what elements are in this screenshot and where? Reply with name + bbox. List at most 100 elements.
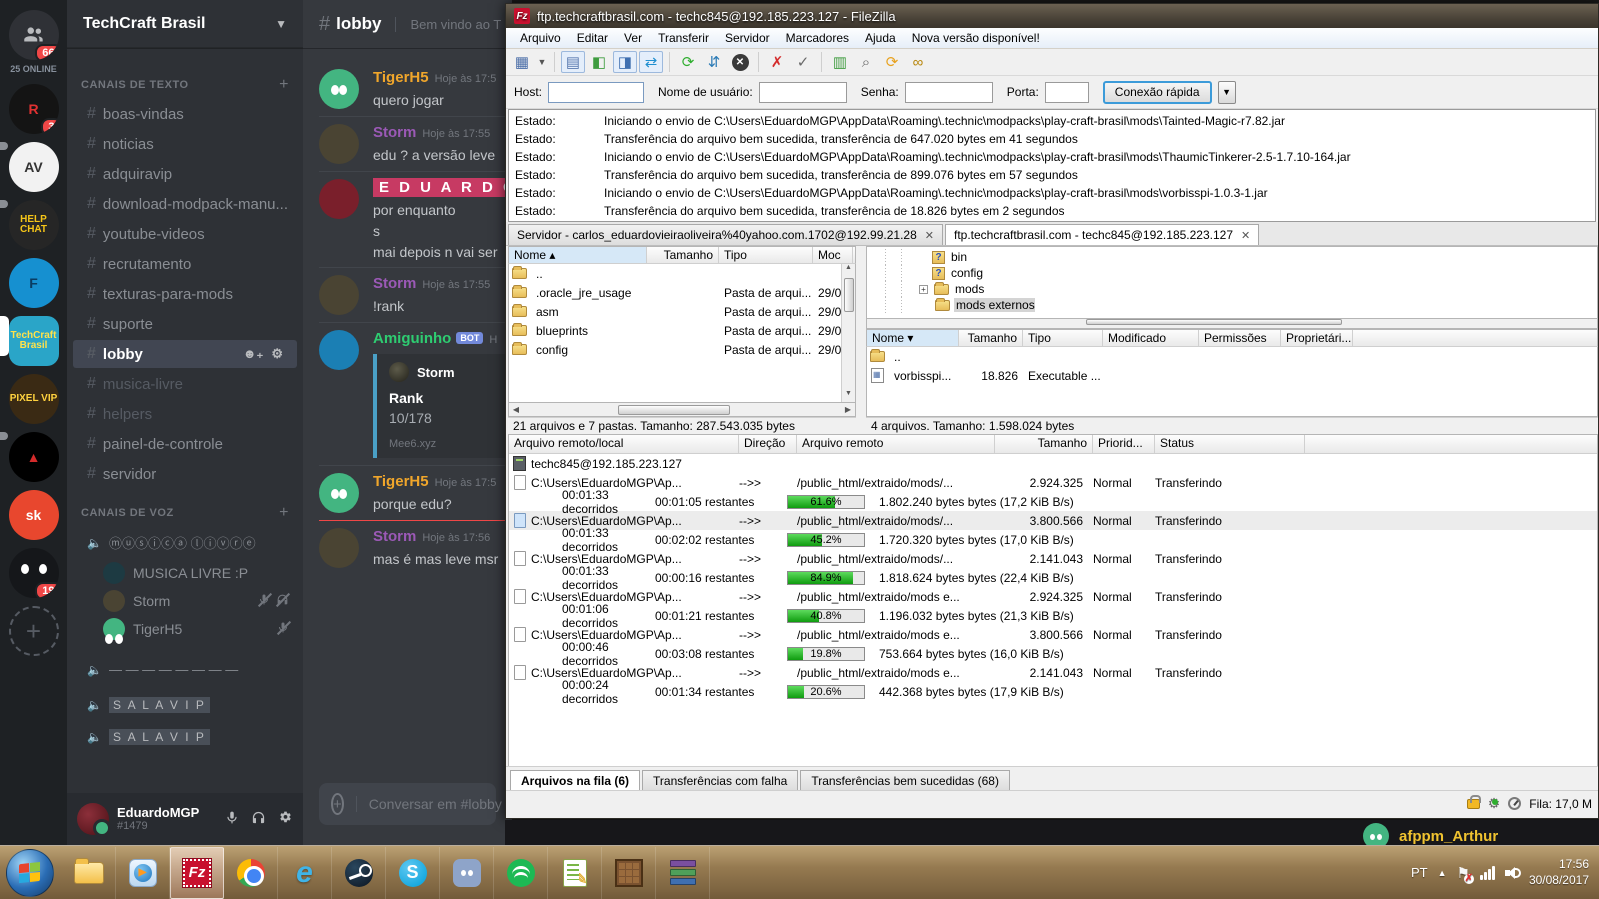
expander-icon[interactable]: + <box>919 284 928 294</box>
taskbar-skype[interactable]: S <box>386 846 440 899</box>
taskbar-steam[interactable] <box>332 846 386 899</box>
channel-servidor[interactable]: # servidor <box>73 460 297 488</box>
column-header-tipo[interactable]: Tipo <box>1023 330 1103 346</box>
menu-servidor[interactable]: Servidor <box>717 29 778 47</box>
server-techcraft-brasil[interactable]: TechCraft Brasil <box>8 316 59 366</box>
avatar[interactable] <box>319 124 359 164</box>
channel-youtube-videos[interactable]: # youtube-videos <box>73 220 297 248</box>
toggle-remote-tree-icon[interactable]: ◨ <box>613 51 637 73</box>
taskbar-discord[interactable] <box>440 846 494 899</box>
process-queue-icon[interactable]: ⇵ <box>702 51 726 73</box>
message-input[interactable]: + Conversar em #lobby <box>319 783 502 825</box>
voice-user-TigerH5[interactable]: TigerH5 <box>67 615 303 644</box>
queue-item-row[interactable]: C:\Users\EduardoMGP\Ap... -->>/public_htm… <box>509 587 1597 606</box>
channel-painel-de-controle[interactable]: # painel-de-controle <box>73 430 297 458</box>
queue-server-row[interactable]: techc845@192.185.223.127 <box>509 454 1597 473</box>
remote-tree-node[interactable]: ? config <box>867 265 1597 281</box>
message-author[interactable]: Storm <box>373 275 416 292</box>
channel-helpers[interactable]: # helpers <box>73 400 297 428</box>
voice-channel[interactable]: 🔈 ⓜⓤⓢⓘⓒⓐ ⓛⓘⓥⓡⓔ <box>73 528 297 557</box>
local-file-row[interactable]: .oracle_jre_usage Pasta de arqui... 29/0 <box>509 283 855 302</box>
close-icon[interactable]: ✕ <box>1241 229 1250 242</box>
remote-tree-scrollbar[interactable] <box>866 318 1598 329</box>
avatar[interactable] <box>77 803 111 837</box>
voice-channels-category[interactable]: CANAIS DE VOZ + <box>67 504 303 522</box>
home-button[interactable]: 66 <box>8 10 59 60</box>
local-file-row[interactable]: blueprints Pasta de arqui... 29/0 <box>509 321 855 340</box>
queue-column-tamanho[interactable]: Tamanho <box>995 435 1093 453</box>
toggle-local-tree-icon[interactable]: ◧ <box>587 51 611 73</box>
column-header-nome[interactable]: Nome ▴ <box>509 247 647 263</box>
queue-column-status[interactable]: Status <box>1155 435 1305 453</box>
voice-user-MUSICA-LIVRE-P[interactable]: MUSICA LIVRE :P <box>67 559 303 587</box>
clock[interactable]: 17:56 30/08/2017 <box>1529 857 1589 888</box>
taskbar-notes[interactable] <box>548 846 602 899</box>
avatar[interactable] <box>319 528 359 568</box>
server-discord-bot[interactable]: 19 <box>8 548 59 598</box>
guild-header[interactable]: TechCraft Brasil ▼ <box>67 0 303 48</box>
channel-adquiravip[interactable]: # adquiravip <box>73 160 297 188</box>
taskbar-minecraft[interactable] <box>602 846 656 899</box>
server-help-chat[interactable]: HELP CHAT <box>8 200 59 250</box>
quickconnect-button[interactable]: Conexão rápida <box>1102 80 1212 104</box>
channel-settings-icon[interactable]: ⚙ <box>271 346 283 362</box>
message-author[interactable]: Amiguinho <box>373 330 451 347</box>
headphones-icon[interactable] <box>251 810 266 829</box>
taskbar-winrar[interactable] <box>656 846 710 899</box>
language-indicator[interactable]: PT <box>1411 865 1428 880</box>
menu-marcadores[interactable]: Marcadores <box>778 29 857 47</box>
queue-tab[interactable]: Arquivos na fila (6) <box>510 770 641 790</box>
local-file-row[interactable]: asm Pasta de arqui... 29/0 <box>509 302 855 321</box>
server-pixel-vip[interactable]: PIXEL VIP <box>8 374 59 424</box>
column-header-tipo[interactable]: Tipo <box>719 247 813 263</box>
taskbar-ie[interactable]: e <box>278 846 332 899</box>
column-header-modificado[interactable]: Modificado <box>1103 330 1199 346</box>
password-input[interactable] <box>904 81 993 103</box>
taskbar-chrome[interactable] <box>224 846 278 899</box>
local-vertical-scrollbar[interactable]: ▲ ▼ <box>841 264 855 402</box>
action-center-icon[interactable]: ⚑ <box>1456 864 1475 884</box>
column-header-nome[interactable]: Nome ▾ <box>867 330 959 346</box>
compare-icon[interactable]: ⌕ <box>854 51 878 73</box>
channel-noticias[interactable]: # noticias <box>73 130 297 158</box>
taskbar-spotify[interactable] <box>494 846 548 899</box>
message-author[interactable]: Storm <box>373 528 416 545</box>
queue-item-row[interactable]: C:\Users\EduardoMGP\Ap... -->>/public_htm… <box>509 549 1597 568</box>
message-author[interactable]: TigerH5 <box>373 69 429 86</box>
column-header-moc[interactable]: Moc <box>813 247 853 263</box>
voice-channel[interactable]: 🔈 S A L A V I P <box>73 692 297 718</box>
start-button[interactable] <box>6 848 54 897</box>
menu-editar[interactable]: Editar <box>569 29 616 47</box>
server-radio[interactable]: R3 <box>8 84 59 134</box>
avatar[interactable] <box>319 69 359 109</box>
remote-file-row[interactable]: .. <box>867 347 1597 366</box>
refresh-icon[interactable]: ⟳ <box>676 51 700 73</box>
avatar[interactable] <box>319 275 359 315</box>
queue-item-row[interactable]: C:\Users\EduardoMGP\Ap... -->>/public_htm… <box>509 663 1597 682</box>
message-author[interactable]: E D U A R D O M G <box>373 178 512 197</box>
queue-column-priorid-[interactable]: Priorid... <box>1093 435 1155 453</box>
invite-people-icon[interactable]: ☻₊ <box>243 346 264 362</box>
filter-icon[interactable]: ▥ <box>828 51 852 73</box>
server-avinity[interactable]: AV <box>8 142 59 192</box>
column-header-permiss-es[interactable]: Permissões <box>1199 330 1281 346</box>
close-icon[interactable]: ✕ <box>925 229 934 242</box>
voice-user-Storm[interactable]: Storm <box>67 587 303 615</box>
taskbar-wmp[interactable]: ▶ <box>116 846 170 899</box>
local-horizontal-scrollbar[interactable]: ◀ ▶ <box>508 403 856 417</box>
channel-boas-vindas[interactable]: # boas-vindas <box>73 100 297 128</box>
menu-transferir[interactable]: Transferir <box>650 29 717 47</box>
queue-tab[interactable]: Transferências bem sucedidas (68) <box>800 770 1010 790</box>
queue-item-row[interactable]: C:\Users\EduardoMGP\Ap... -->>/public_htm… <box>509 473 1597 492</box>
toggle-queue-icon[interactable]: ⇄ <box>639 51 663 73</box>
network-icon[interactable] <box>1479 865 1495 880</box>
speedlimit-icon[interactable]: ⚙ <box>1488 795 1501 812</box>
column-header-tamanho[interactable]: Tamanho <box>959 330 1023 346</box>
server-sk[interactable]: sk <box>8 490 59 540</box>
titlebar[interactable]: Fz ftp.techcraftbrasil.com - techc845@19… <box>506 4 1598 28</box>
site-manager-icon[interactable]: ▦ <box>510 51 534 73</box>
channel-lobby[interactable]: # lobby ☻₊ ⚙ <box>73 340 297 368</box>
queue-item-row[interactable]: C:\Users\EduardoMGP\Ap... -->>/public_htm… <box>509 625 1597 644</box>
menu-nova-vers-o-dispon-vel-[interactable]: Nova versão disponível! <box>904 29 1048 47</box>
cancel-icon[interactable]: ✕ <box>728 51 752 73</box>
